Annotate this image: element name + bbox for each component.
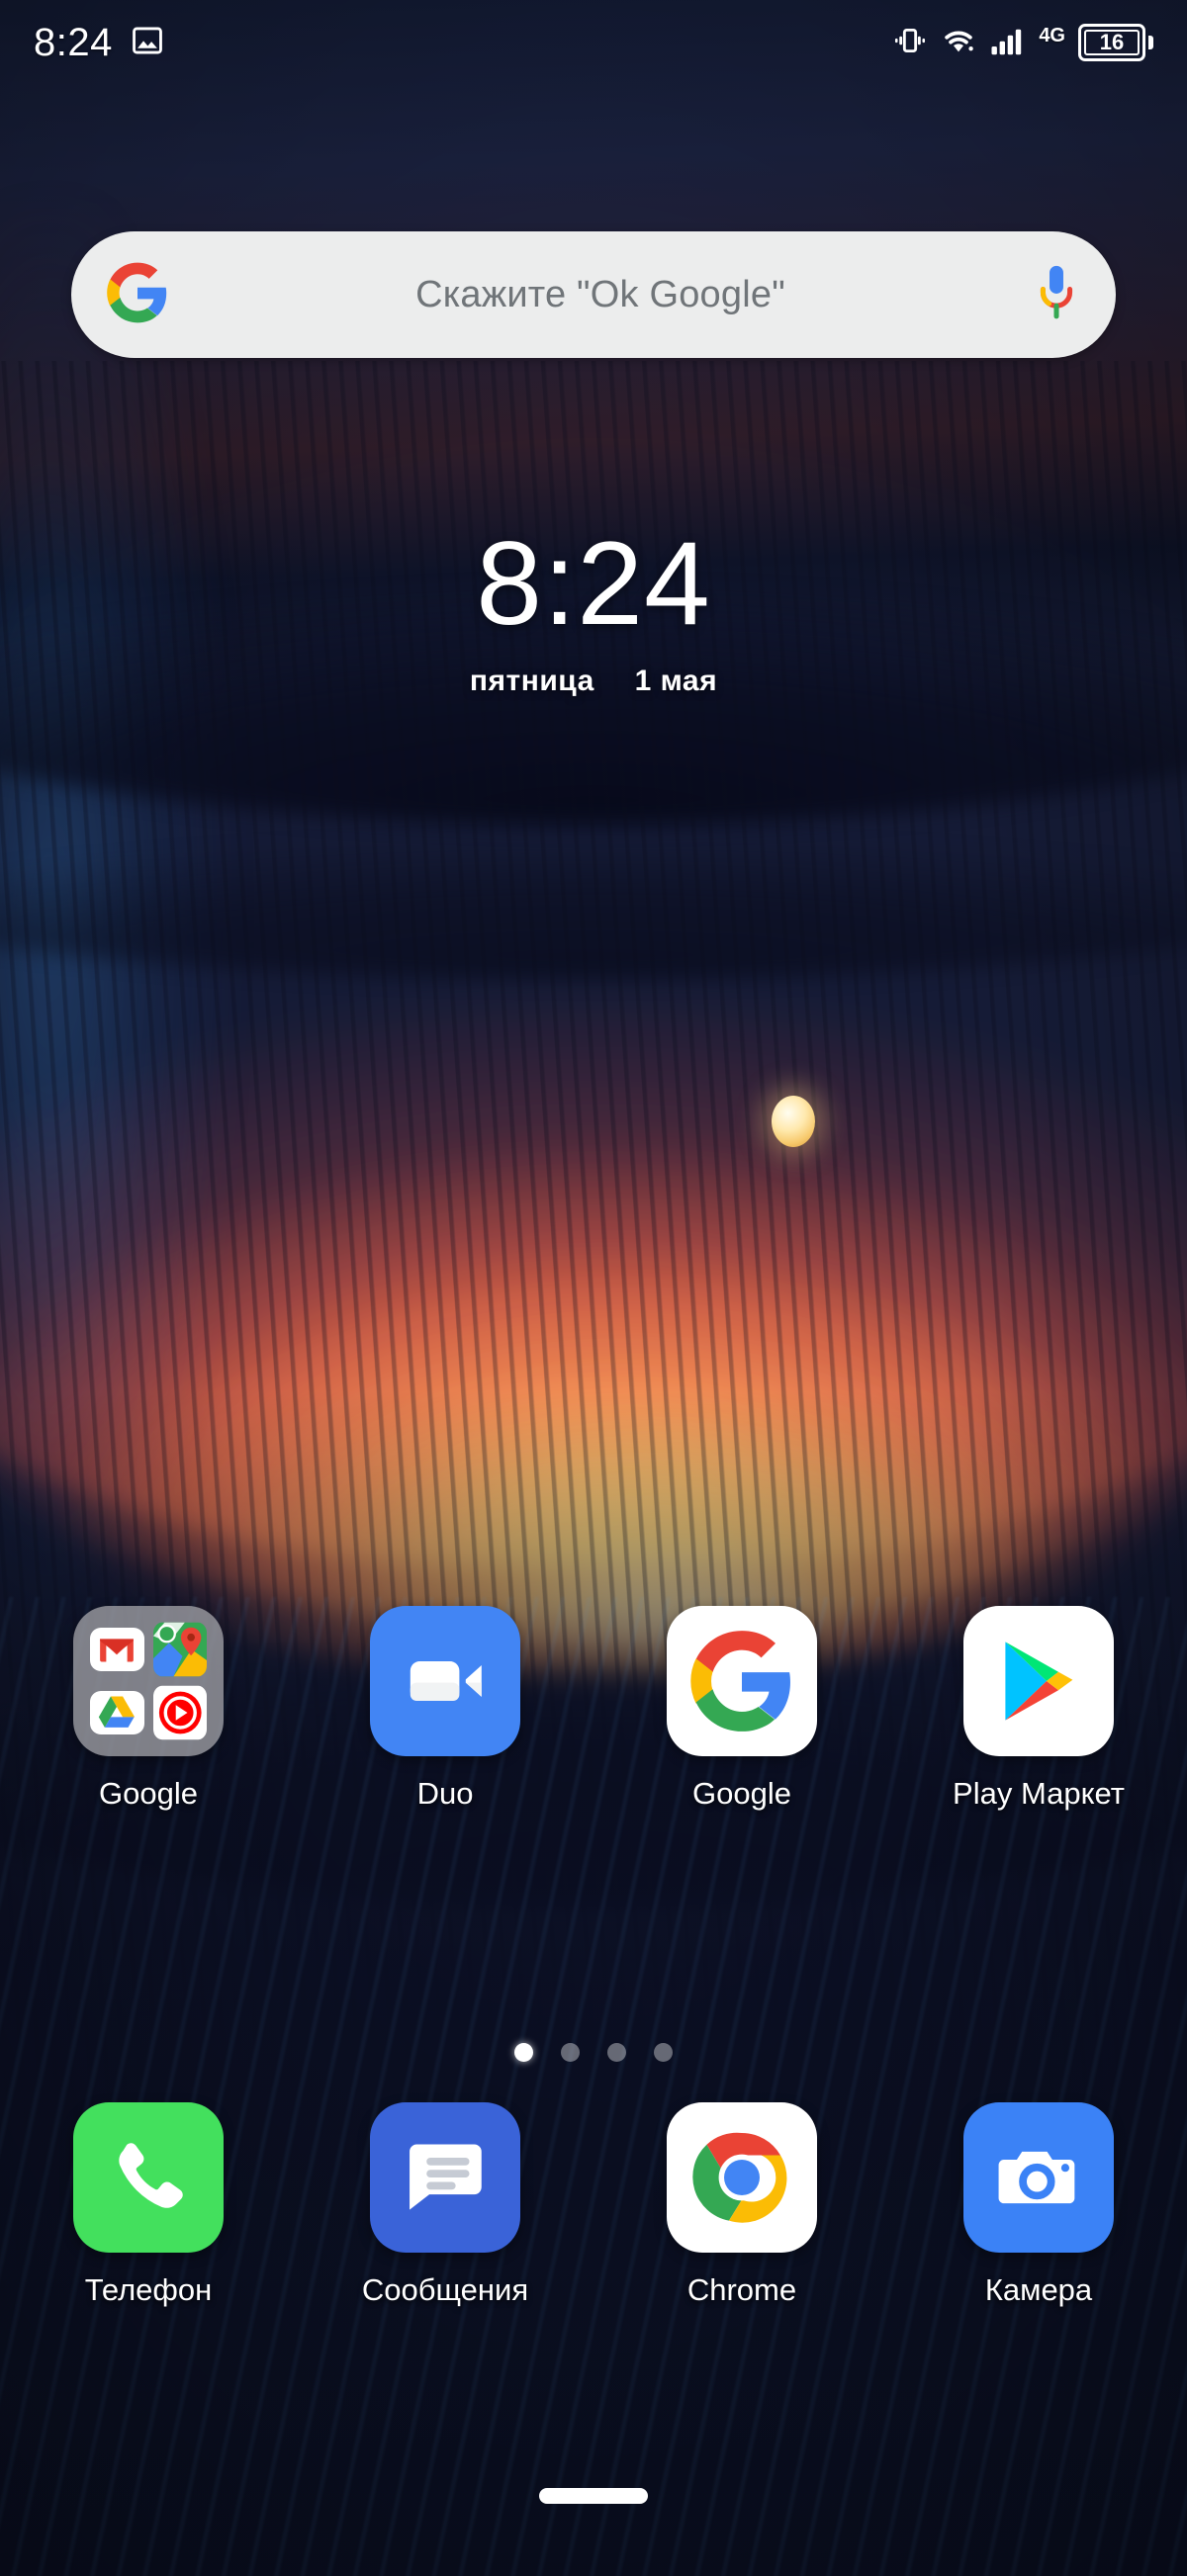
app-phone[interactable]: Телефон (0, 2102, 297, 2305)
battery-icon: 16 (1078, 24, 1153, 61)
vibrate-icon (893, 24, 927, 62)
wifi-icon (940, 24, 977, 62)
app-label: Duo (416, 1776, 474, 1811)
android-home-screen: 8:24 4G 16 Скажите "Ok Google" 8:24 пятн… (0, 0, 1187, 2576)
app-label: Google (692, 1776, 791, 1811)
google-folder-icon[interactable] (73, 1606, 224, 1756)
app-duo[interactable]: Duo (297, 1606, 594, 1809)
youtube-music-icon (152, 1685, 207, 1740)
chrome-icon[interactable] (667, 2102, 817, 2253)
app-chrome[interactable]: Chrome (594, 2102, 890, 2305)
search-placeholder-text: Скажите "Ok Google" (415, 273, 785, 315)
app-messages[interactable]: Сообщения (297, 2102, 594, 2305)
page-dot-2[interactable] (561, 2043, 580, 2062)
app-label: Сообщения (361, 2272, 529, 2307)
app-google-folder[interactable]: Google (0, 1606, 297, 1809)
status-bar[interactable]: 8:24 4G 16 (0, 0, 1187, 85)
status-bar-left: 8:24 (34, 21, 164, 65)
phone-icon[interactable] (73, 2102, 224, 2253)
app-play-market[interactable]: Play Маркет (890, 1606, 1187, 1809)
app-label: Play Маркет (953, 1776, 1125, 1811)
gallery-icon (131, 24, 164, 62)
camera-icon[interactable] (963, 2102, 1114, 2253)
clock-widget-weekday: пятница (469, 665, 594, 697)
app-google-search[interactable]: Google (594, 1606, 890, 1809)
google-duo-icon[interactable] (370, 1606, 520, 1756)
home-indicator[interactable] (539, 2488, 648, 2504)
status-bar-clock: 8:24 (34, 20, 113, 64)
google-drive-icon (90, 1690, 144, 1734)
network-type-label: 4G (1039, 24, 1065, 46)
app-row-dock: Телефон Сообщения Chrome Камера (0, 2102, 1187, 2305)
app-label: Google (99, 1776, 198, 1811)
app-label: Камера (984, 2272, 1093, 2307)
page-indicator[interactable] (0, 2043, 1187, 2062)
messages-icon[interactable] (370, 2102, 520, 2253)
gmail-icon (90, 1628, 144, 1672)
page-dot-3[interactable] (607, 2043, 626, 2062)
google-maps-icon (152, 1622, 207, 1677)
google-search-icon[interactable] (667, 1606, 817, 1756)
clock-widget-time: 8:24 (476, 517, 711, 650)
clock-widget-day-month: 1 мая (634, 665, 718, 697)
clock-widget[interactable]: 8:24 пятница 1 мая (0, 524, 1187, 698)
signal-bars-icon (990, 24, 1026, 62)
page-dot-4[interactable] (654, 2043, 673, 2062)
app-camera[interactable]: Камера (890, 2102, 1187, 2305)
microphone-icon[interactable] (1033, 262, 1080, 328)
app-row-main: Google Duo Google Play Маркет (0, 1606, 1187, 1809)
clock-widget-date: пятница 1 мая (0, 665, 1187, 698)
app-label: Chrome (686, 2272, 797, 2307)
google-play-icon[interactable] (963, 1606, 1114, 1756)
battery-percent-label: 16 (1099, 30, 1125, 54)
status-bar-right: 4G 16 (893, 24, 1153, 62)
app-label: Телефон (84, 2272, 213, 2307)
page-dot-1[interactable] (514, 2043, 533, 2062)
google-search-bar[interactable]: Скажите "Ok Google" (71, 231, 1116, 358)
google-g-icon (107, 262, 168, 328)
